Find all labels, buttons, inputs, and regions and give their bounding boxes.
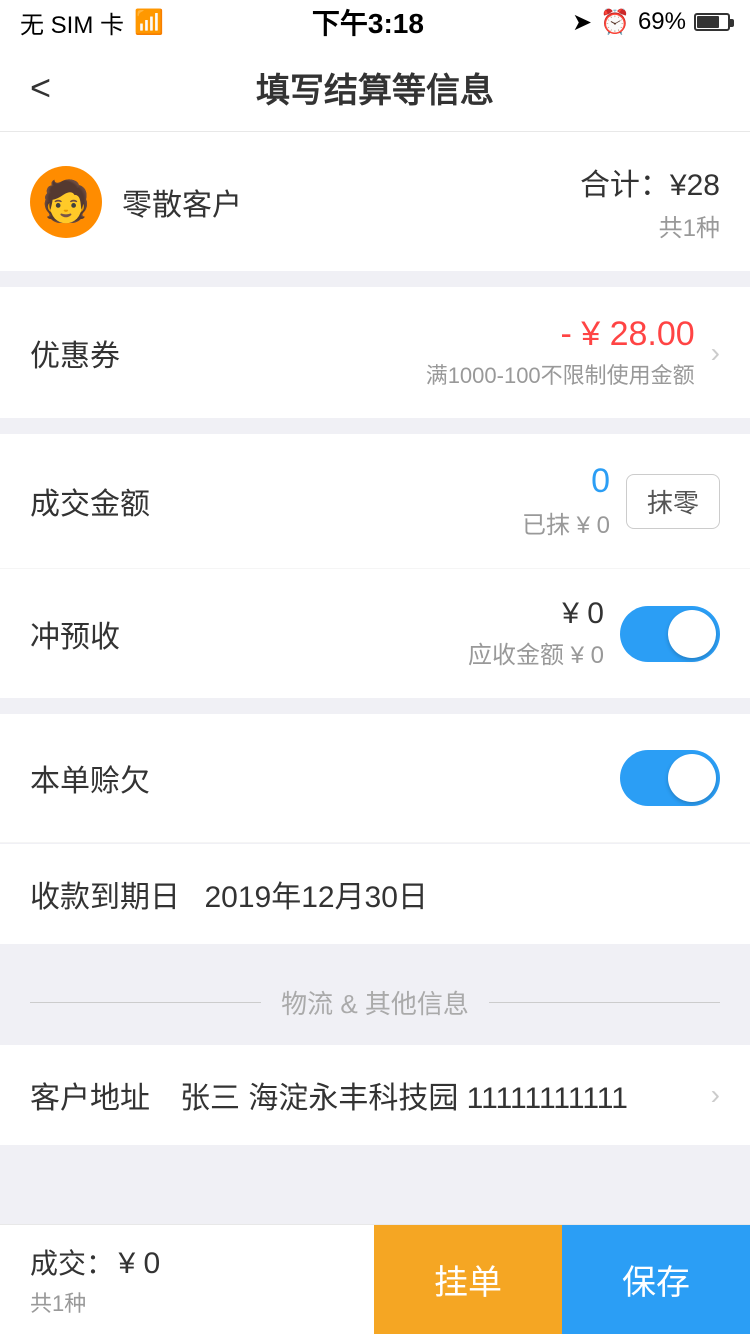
status-bar: 无 SIM 卡 📶 下午3:18 ➤ ⏰ 69% <box>0 0 750 44</box>
round-off-button[interactable]: 抹零 <box>626 474 720 529</box>
deal-amount-label: 成交金额 <box>30 479 150 523</box>
alarm-icon: ⏰ <box>600 8 630 37</box>
coupon-label: 优惠券 <box>30 331 120 375</box>
deal-amount-value: 0 <box>522 462 610 501</box>
save-button[interactable]: 保存 <box>562 1225 750 1334</box>
total-count: 共1种 <box>580 208 720 243</box>
prepay-value-col: ¥ 0 应收金额 ¥ 0 <box>468 597 604 670</box>
address-row[interactable]: 客户地址 张三 海淀永丰科技园 11111111111 › <box>0 1045 750 1145</box>
prepay-row: 冲预收 ¥ 0 应收金额 ¥ 0 <box>0 569 750 698</box>
avatar-icon: 🧑 <box>41 178 91 225</box>
page-title: 填写结算等信息 <box>256 63 494 112</box>
battery-icon <box>694 13 730 31</box>
deal-amount-col: 0 已抹 ¥ 0 <box>522 462 610 540</box>
back-button[interactable]: < <box>20 57 61 119</box>
debt-toggle-knob <box>668 754 716 802</box>
debt-section: 本单赊欠 收款到期日 2019年12月30日 <box>0 714 750 944</box>
due-date-value: 2019年12月30日 <box>204 881 427 914</box>
prepay-toggle[interactable] <box>620 606 720 662</box>
address-chevron: › <box>711 1079 720 1111</box>
bottom-summary: 成交： ¥ 0 共1种 <box>0 1242 374 1318</box>
due-date-row: 收款到期日 2019年12月30日 <box>0 843 750 944</box>
battery-label: 69% <box>638 8 686 36</box>
coupon-desc: 满1000-100不限制使用金额 <box>426 358 695 390</box>
coupon-section[interactable]: 优惠券 - ¥ 28.00 满1000-100不限制使用金额 › <box>0 287 750 418</box>
nav-bar: < 填写结算等信息 <box>0 44 750 132</box>
deal-amount-row: 成交金额 0 已抹 ¥ 0 抹零 <box>0 434 750 569</box>
coupon-row[interactable]: 优惠券 - ¥ 28.00 满1000-100不限制使用金额 › <box>0 287 750 418</box>
status-right: ➤ ⏰ 69% <box>572 8 730 37</box>
location-icon: ➤ <box>572 8 592 37</box>
customer-section: 🧑 零散客户 合计：¥28 共1种 <box>0 132 750 271</box>
bottom-deal-amount: ¥ 0 <box>118 1247 160 1280</box>
prepay-receivable: 应收金额 ¥ 0 <box>468 635 604 670</box>
debt-toggle[interactable] <box>620 750 720 806</box>
bottom-bar: 成交： ¥ 0 共1种 挂单 保存 <box>0 1224 750 1334</box>
customer-name: 零散客户 <box>122 180 242 224</box>
status-left: 无 SIM 卡 📶 <box>20 5 164 40</box>
status-time: 下午3:18 <box>312 2 424 42</box>
logistics-divider-right <box>489 1002 720 1003</box>
prepay-right: ¥ 0 应收金额 ¥ 0 <box>468 597 720 670</box>
bottom-count: 共1种 <box>30 1286 344 1318</box>
address-value: 张三 海淀永丰科技园 11111111111 <box>180 1073 711 1117</box>
hold-button[interactable]: 挂单 <box>374 1225 562 1334</box>
due-date-label: 收款到期日 <box>30 881 180 914</box>
coupon-chevron: › <box>711 337 720 369</box>
deal-amount-right: 0 已抹 ¥ 0 抹零 <box>522 462 720 540</box>
prepay-label: 冲预收 <box>30 612 120 656</box>
already-rounded: 已抹 ¥ 0 <box>522 505 610 540</box>
toggle-knob <box>668 610 716 658</box>
customer-avatar: 🧑 <box>30 166 102 238</box>
address-label: 客户地址 <box>30 1073 150 1117</box>
customer-info: 🧑 零散客户 <box>30 166 242 238</box>
logistics-divider-left <box>30 1002 261 1003</box>
debt-row: 本单赊欠 <box>0 714 750 843</box>
total-amount: 合计：¥28 <box>580 160 720 204</box>
deal-section: 成交金额 0 已抹 ¥ 0 抹零 冲预收 ¥ 0 应收金额 ¥ 0 <box>0 434 750 698</box>
prepay-value: ¥ 0 <box>468 597 604 631</box>
customer-totals: 合计：¥28 共1种 <box>580 160 720 243</box>
logistics-title: 物流 & 其他信息 <box>261 984 489 1021</box>
bottom-deal-line: 成交： ¥ 0 <box>30 1242 344 1282</box>
debt-label: 本单赊欠 <box>30 756 150 800</box>
logistics-header: 物流 & 其他信息 <box>0 960 750 1045</box>
coupon-value: - ¥ 28.00 <box>426 315 695 354</box>
coupon-right[interactable]: - ¥ 28.00 满1000-100不限制使用金额 › <box>426 315 720 390</box>
coupon-value-col: - ¥ 28.00 满1000-100不限制使用金额 <box>426 315 695 390</box>
sim-label: 无 SIM 卡 <box>20 5 124 40</box>
bottom-deal-label: 成交： <box>30 1248 114 1279</box>
content: 🧑 零散客户 合计：¥28 共1种 优惠券 - ¥ 28.00 满1000-10… <box>0 132 750 1265</box>
wifi-icon: 📶 <box>134 8 164 37</box>
